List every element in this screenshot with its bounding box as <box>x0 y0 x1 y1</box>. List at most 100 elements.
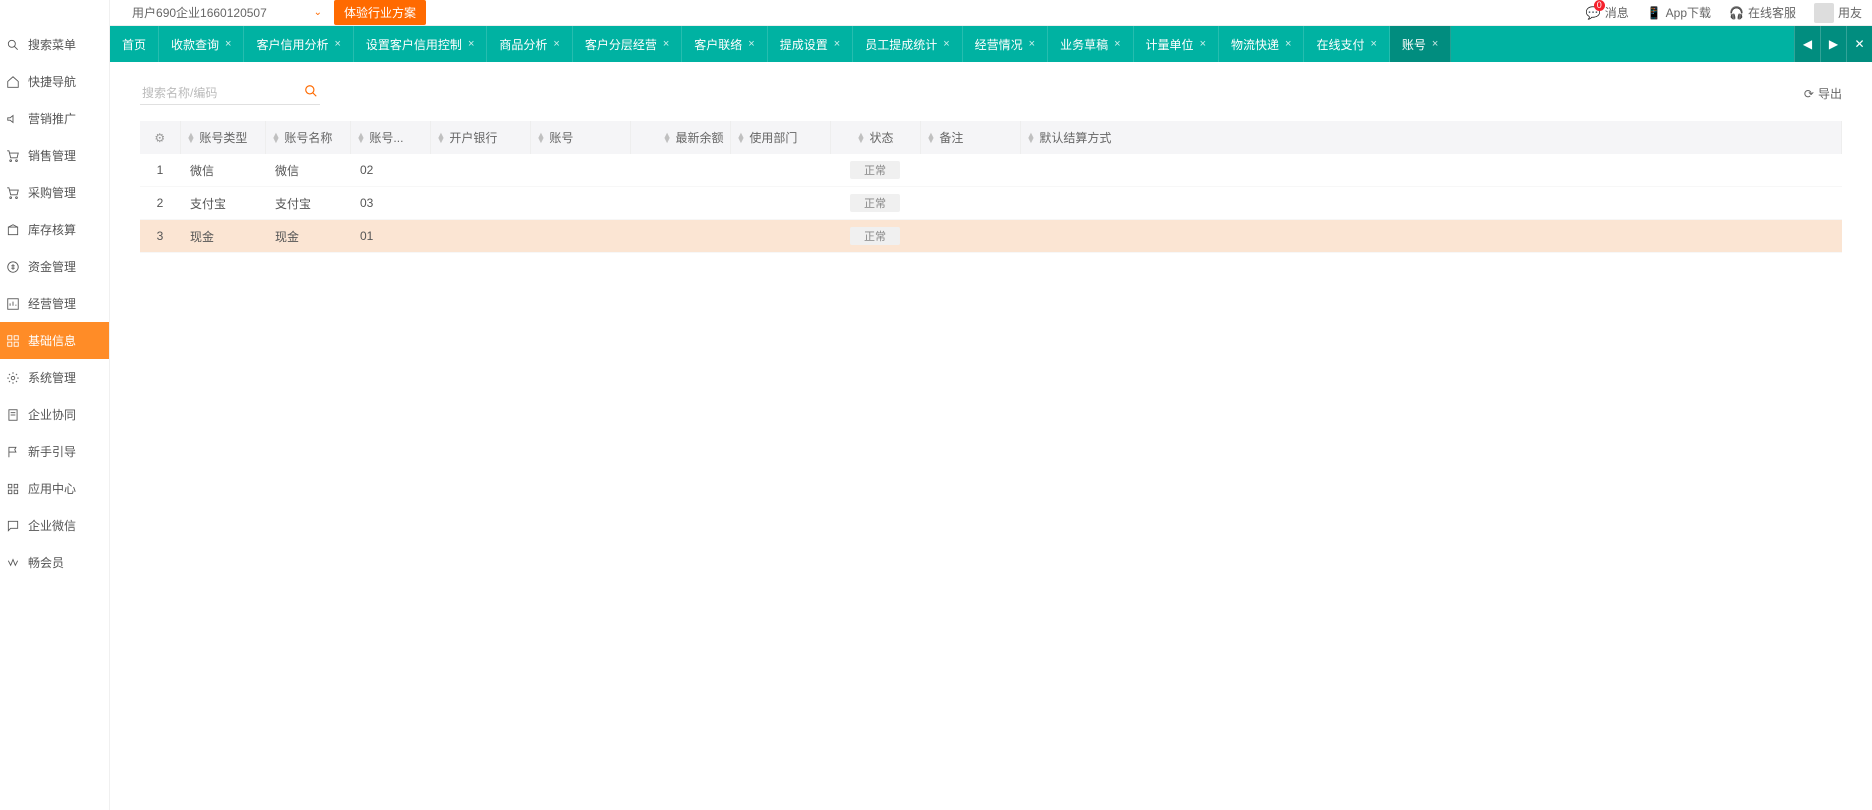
sort-icon[interactable]: ▲▼ <box>357 133 366 143</box>
sidebar-item-2[interactable]: 营销推广 <box>0 100 109 137</box>
sidebar-item-5[interactable]: 库存核算 <box>0 211 109 248</box>
close-icon[interactable]: × <box>1370 38 1376 50</box>
column-header[interactable]: ▲▼账号... <box>350 121 430 154</box>
tab-10[interactable]: 业务草稿 × <box>1048 26 1133 62</box>
tab-0[interactable]: 首页 <box>110 26 159 62</box>
sidebar-item-10[interactable]: 企业协同 <box>0 396 109 433</box>
sidebar-item-label: 销售管理 <box>28 147 76 164</box>
sort-icon[interactable]: ▲▼ <box>927 133 936 143</box>
tab-1[interactable]: 收款查询× <box>159 26 244 62</box>
sort-icon[interactable]: ▲▼ <box>857 133 866 143</box>
column-header[interactable]: ▲▼备注 <box>920 121 1020 154</box>
company-selector[interactable]: 用户690企业1660120507 ⌄ <box>132 4 322 21</box>
table-row[interactable]: 3现金现金01正常 <box>140 220 1842 253</box>
close-icon[interactable]: × <box>834 38 840 50</box>
tab-4[interactable]: 商品分析× <box>487 26 572 62</box>
sidebar-item-4[interactable]: 采购管理 <box>0 174 109 211</box>
sort-icon[interactable]: ▲▼ <box>272 133 281 143</box>
cell-status: 正常 <box>830 220 920 253</box>
cell-bank <box>430 154 530 187</box>
close-icon[interactable]: × <box>1114 38 1120 50</box>
close-icon[interactable]: × <box>334 38 340 50</box>
table-row[interactable]: 2支付宝支付宝03正常 <box>140 187 1842 220</box>
cell-name: 微信 <box>265 154 350 187</box>
sidebar-item-1[interactable]: 快捷导航 <box>0 63 109 100</box>
tab-7[interactable]: 提成设置× <box>768 26 853 62</box>
sort-icon[interactable]: ▲▼ <box>737 133 746 143</box>
column-header[interactable]: ▲▼账号 <box>530 121 630 154</box>
sort-icon[interactable]: ▲▼ <box>1027 133 1036 143</box>
tab-8[interactable]: 员工提成统计× <box>853 26 962 62</box>
user-menu[interactable]: 用友 <box>1814 3 1862 23</box>
sidebar-item-8[interactable]: 基础信息 <box>0 322 109 359</box>
sidebar-item-9[interactable]: 系统管理 <box>0 359 109 396</box>
search-input[interactable] <box>140 82 320 105</box>
tab-9[interactable]: 经营情况× <box>963 26 1048 62</box>
column-header[interactable]: ▲▼账号类型 <box>180 121 265 154</box>
sidebar-item-12[interactable]: 应用中心 <box>0 470 109 507</box>
app-download-link[interactable]: 📱 App下载 <box>1647 4 1711 21</box>
row-index: 1 <box>140 154 180 187</box>
column-header[interactable]: ▲▼账号名称 <box>265 121 350 154</box>
tabs-bar: 首页收款查询×客户信用分析×设置客户信用控制×商品分析×客户分层经营×客户联络×… <box>0 26 1872 62</box>
cell-type: 微信 <box>180 154 265 187</box>
tab-label: 计量单位 <box>1146 36 1194 53</box>
close-icon[interactable]: × <box>1029 38 1035 50</box>
tab-scroll-left[interactable]: ◀ <box>1794 26 1820 62</box>
column-label: 状态 <box>869 129 893 146</box>
avatar-icon <box>1814 3 1834 23</box>
sort-icon[interactable]: ▲▼ <box>537 133 546 143</box>
sidebar-item-7[interactable]: 经营管理 <box>0 285 109 322</box>
tab-6[interactable]: 客户联络× <box>682 26 767 62</box>
column-header[interactable]: ▲▼开户银行 <box>430 121 530 154</box>
export-button[interactable]: ⟳ 导出 <box>1804 85 1842 102</box>
column-header[interactable]: ▲▼最新余额 <box>630 121 730 154</box>
tab-12[interactable]: 物流快递× <box>1219 26 1304 62</box>
sidebar-item-6[interactable]: 资金管理 <box>0 248 109 285</box>
tab-5[interactable]: 客户分层经营× <box>573 26 682 62</box>
tab-label: 在线支付 <box>1316 36 1364 53</box>
close-icon[interactable]: × <box>663 38 669 50</box>
close-icon[interactable]: × <box>225 38 231 50</box>
close-icon[interactable]: × <box>1432 38 1438 50</box>
sidebar-item-14[interactable]: 畅会员 <box>0 544 109 581</box>
close-icon[interactable]: × <box>748 38 754 50</box>
close-icon[interactable]: × <box>1200 38 1206 50</box>
tab-scroll-right[interactable]: ▶ <box>1820 26 1846 62</box>
cell-code: 01 <box>350 220 430 253</box>
sidebar-item-3[interactable]: 销售管理 <box>0 137 109 174</box>
cell-remark <box>920 187 1020 220</box>
column-header[interactable]: ▲▼使用部门 <box>730 121 830 154</box>
tab-13[interactable]: 在线支付 × <box>1304 26 1389 62</box>
column-header[interactable]: ▲▼状态 <box>830 121 920 154</box>
search-icon[interactable] <box>304 84 318 101</box>
tab-2[interactable]: 客户信用分析× <box>244 26 353 62</box>
tab-3[interactable]: 设置客户信用控制× <box>354 26 487 62</box>
message-badge: 0 <box>1594 0 1605 11</box>
close-icon[interactable]: × <box>1285 38 1291 50</box>
sort-icon[interactable]: ▲▼ <box>437 133 446 143</box>
column-label: 最新余额 <box>675 129 723 146</box>
close-icon[interactable]: × <box>468 38 474 50</box>
close-icon[interactable]: × <box>553 38 559 50</box>
table-row[interactable]: 1微信微信02正常 <box>140 154 1842 187</box>
tab-11[interactable]: 计量单位 × <box>1134 26 1219 62</box>
cell-code: 03 <box>350 187 430 220</box>
tab-label: 业务草稿 <box>1060 36 1108 53</box>
sidebar-item-0[interactable]: 搜索菜单 <box>0 26 109 63</box>
column-gear[interactable]: ⚙ <box>140 121 180 154</box>
tab-close-all[interactable]: ✕ <box>1846 26 1872 62</box>
experience-button[interactable]: 体验行业方案 <box>334 0 426 25</box>
tab-14[interactable]: 账号 × <box>1390 26 1451 62</box>
service-link[interactable]: 🎧 在线客服 <box>1729 4 1796 21</box>
sort-icon[interactable]: ▲▼ <box>187 133 196 143</box>
close-icon[interactable]: × <box>943 38 949 50</box>
tab-label: 账号 <box>1402 36 1426 53</box>
message-link[interactable]: 💬 0 消息 <box>1586 4 1629 21</box>
sidebar-item-11[interactable]: 新手引导 <box>0 433 109 470</box>
cell-remark <box>920 220 1020 253</box>
column-header[interactable]: ▲▼默认结算方式 <box>1020 121 1842 154</box>
sort-icon[interactable]: ▲▼ <box>663 133 672 143</box>
sidebar-item-13[interactable]: 企业微信 <box>0 507 109 544</box>
gear-icon[interactable]: ⚙ <box>154 131 165 145</box>
